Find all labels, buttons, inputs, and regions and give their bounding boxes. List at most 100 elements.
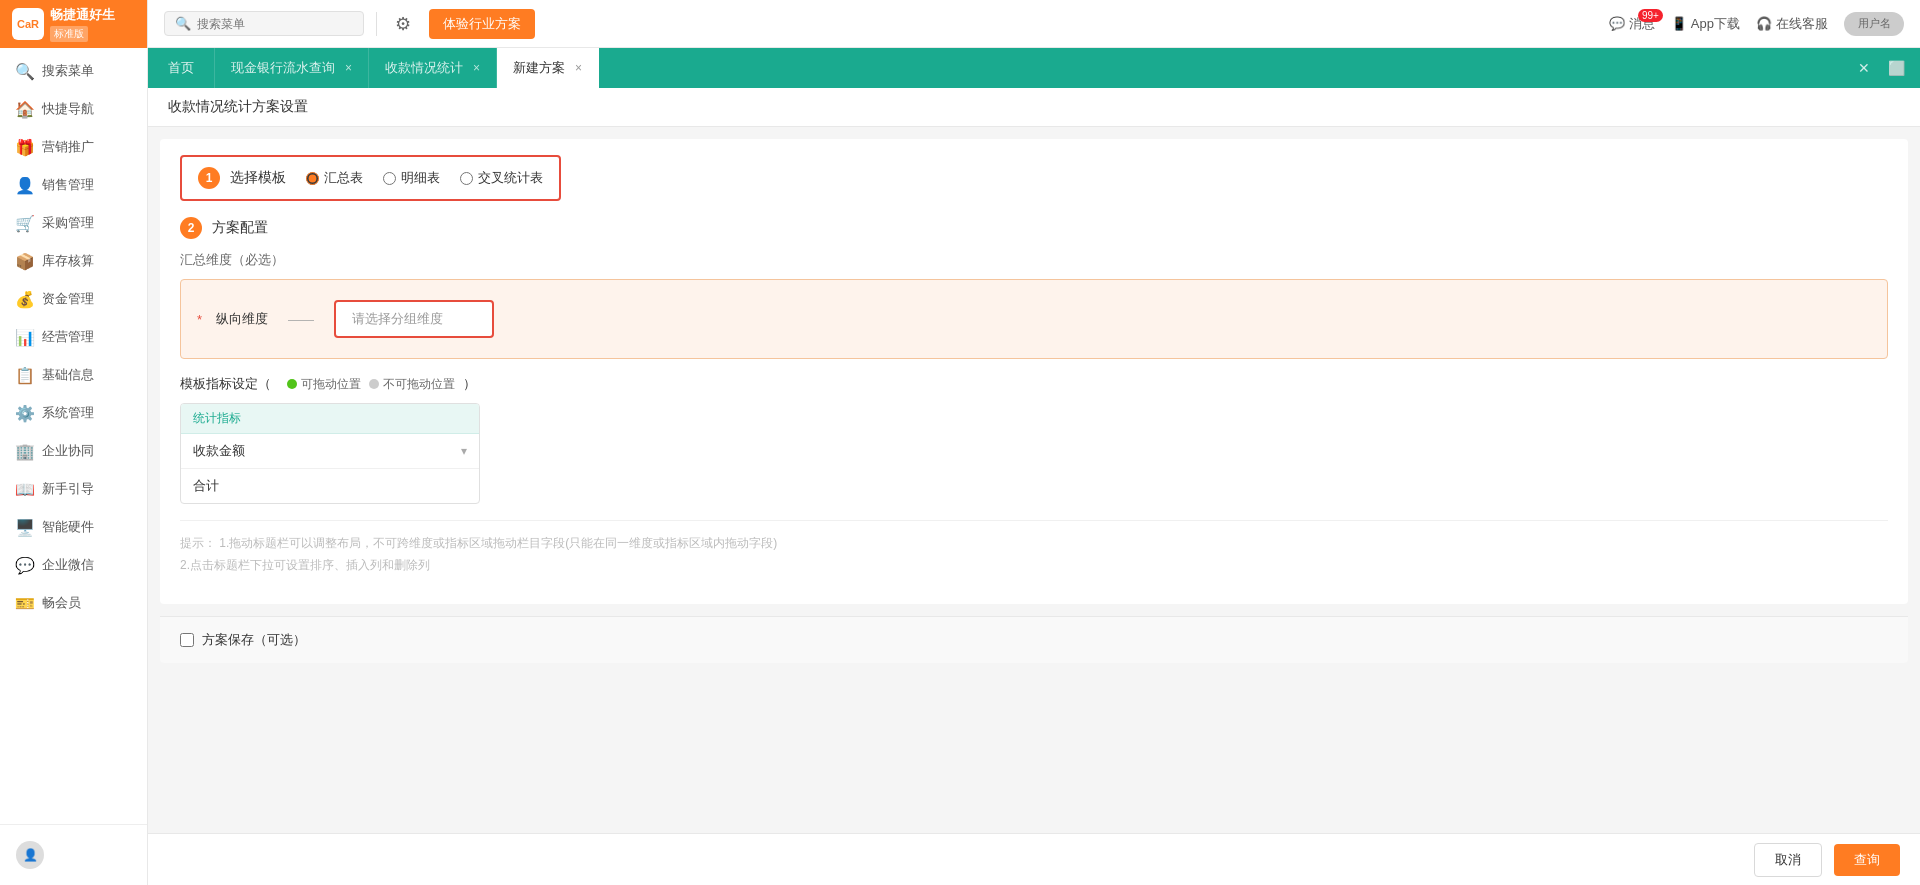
guide-icon: 📖 xyxy=(16,480,34,498)
tab-expand[interactable]: ⬜ xyxy=(1884,56,1908,80)
tip-line1: 提示： 1.拖动标题栏可以调整布局，不可跨维度或指标区域拖动栏目字段(只能在同一… xyxy=(180,533,1888,555)
avatar: 👤 xyxy=(16,841,44,869)
tab-close-receipts[interactable]: × xyxy=(473,61,480,75)
sidebar-item-guide[interactable]: 📖 新手引导 xyxy=(0,470,147,508)
sidebar-item-system[interactable]: ⚙️ 系统管理 xyxy=(0,394,147,432)
dimension-area: * 纵向维度 —— 请选择分组维度 xyxy=(180,279,1888,359)
vertical-dimension-label: 纵向维度 xyxy=(216,310,268,328)
tab-receipts[interactable]: 收款情况统计 × xyxy=(369,48,497,88)
bottom-bar: 取消 查询 xyxy=(148,833,1920,885)
step2-row: 2 方案配置 xyxy=(180,217,1888,239)
tab-cashbank[interactable]: 现金银行流水查询 × xyxy=(215,48,369,88)
logo-text: 畅捷通好生 标准版 xyxy=(50,6,115,42)
page-title: 收款情况统计方案设置 xyxy=(148,88,1920,127)
sidebar-logo: CaR 畅捷通好生 标准版 xyxy=(0,0,147,48)
save-checkbox[interactable] xyxy=(180,633,194,647)
settings-button[interactable]: ⚙ xyxy=(389,10,417,38)
operations-icon: 📊 xyxy=(16,328,34,346)
sidebar-item-wechat[interactable]: 💬 企业微信 xyxy=(0,546,147,584)
tabbar: 首页 现金银行流水查询 × 收款情况统计 × 新建方案 × ✕ ⬜ xyxy=(148,48,1920,88)
save-label[interactable]: 方案保存（可选） xyxy=(202,631,306,649)
sidebar-item-finance[interactable]: 💰 资金管理 xyxy=(0,280,147,318)
sidebar-item-operations[interactable]: 📊 经营管理 xyxy=(0,318,147,356)
content-area: 收款情况统计方案设置 1 选择模板 汇总表 明细表 xyxy=(148,88,1920,833)
amount-dropdown-icon[interactable]: ▾ xyxy=(461,444,467,458)
search-input[interactable] xyxy=(197,17,327,31)
sidebar-item-inventory[interactable]: 📦 库存核算 xyxy=(0,242,147,280)
tab-close-cashbank[interactable]: × xyxy=(345,61,352,75)
toggle-nodrag: 不可拖动位置 xyxy=(369,376,455,393)
tips-section: 提示： 1.拖动标题栏可以调整布局，不可跨维度或指标区域拖动栏目字段(只能在同一… xyxy=(180,520,1888,588)
search-box[interactable]: 🔍 xyxy=(164,11,364,36)
basic-icon: 📋 xyxy=(16,366,34,384)
industry-btn[interactable]: 体验行业方案 xyxy=(429,9,535,39)
metric-header: 模板指标设定（ 可拖动位置 不可拖动位置 ） xyxy=(180,375,1888,393)
radio-detail[interactable]: 明细表 xyxy=(383,169,440,187)
tab-close-newplan[interactable]: × xyxy=(575,61,582,75)
step1-badge: 1 xyxy=(198,167,220,189)
download-btn[interactable]: 📱 App下载 xyxy=(1671,15,1740,33)
save-section: 方案保存（可选） xyxy=(160,616,1908,663)
logo-icon: CaR xyxy=(12,8,44,40)
sidebar-item-member[interactable]: 🎫 畅会员 xyxy=(0,584,147,622)
sidebar-item-marketing[interactable]: 🎁 营销推广 xyxy=(0,128,147,166)
dimension-row: * 纵向维度 —— 请选择分组维度 xyxy=(197,300,1871,338)
metric-section: 模板指标设定（ 可拖动位置 不可拖动位置 ） xyxy=(180,375,1888,504)
toggle-close-paren: ） xyxy=(463,375,476,393)
wechat-icon: 💬 xyxy=(16,556,34,574)
messages-btn[interactable]: 💬 消息 99+ xyxy=(1609,15,1655,33)
required-star: * xyxy=(197,312,202,327)
step2-label: 方案配置 xyxy=(212,219,268,237)
inventory-icon: 📦 xyxy=(16,252,34,270)
radio-cross[interactable]: 交叉统计表 xyxy=(460,169,543,187)
topbar: 🔍 ⚙ 体验行业方案 💬 消息 99+ 📱 App下载 🎧 在线客服 用户名 xyxy=(148,0,1920,48)
hardware-icon: 🖥️ xyxy=(16,518,34,536)
collab-icon: 🏢 xyxy=(16,442,34,460)
metric-title: 模板指标设定（ xyxy=(180,375,271,393)
message-badge: 99+ xyxy=(1638,9,1663,22)
sidebar-item-sales[interactable]: 👤 销售管理 xyxy=(0,166,147,204)
message-icon: 💬 xyxy=(1609,16,1625,31)
step1-row: 1 选择模板 汇总表 明细表 交叉统计表 xyxy=(180,155,561,201)
metric-table: 统计指标 收款金额 ▾ 合计 xyxy=(180,403,480,504)
search-icon: 🔍 xyxy=(16,62,34,80)
summary-dimension-section: 汇总维度（必选） * 纵向维度 —— 请选择分组维度 xyxy=(180,251,1888,359)
sidebar-item-search[interactable]: 🔍 搜索菜单 xyxy=(0,52,147,90)
step1-label: 选择模板 xyxy=(230,169,286,187)
tabbar-controls: ✕ ⬜ xyxy=(1840,56,1920,80)
sidebar-item-basic[interactable]: 📋 基础信息 xyxy=(0,356,147,394)
service-btn[interactable]: 🎧 在线客服 xyxy=(1756,15,1828,33)
toggle-draggable: 可拖动位置 xyxy=(287,376,361,393)
sidebar-item-hardware[interactable]: 🖥️ 智能硬件 xyxy=(0,508,147,546)
arrow-icon: —— xyxy=(288,312,314,327)
sidebar-item-purchase[interactable]: 🛒 采购管理 xyxy=(0,204,147,242)
main: 🔍 ⚙ 体验行业方案 💬 消息 99+ 📱 App下载 🎧 在线客服 用户名 xyxy=(148,0,1920,885)
sidebar-item-quicknav[interactable]: 🏠 快捷导航 xyxy=(0,90,147,128)
sidebar-footer: 👤 xyxy=(0,824,147,885)
tab-home[interactable]: 首页 xyxy=(148,48,215,88)
topbar-right: 💬 消息 99+ 📱 App下载 🎧 在线客服 用户名 xyxy=(1609,12,1904,36)
metric-cell-amount: 收款金额 ▾ xyxy=(193,442,467,460)
template-radio-group: 汇总表 明细表 交叉统计表 xyxy=(306,169,543,187)
sidebar: CaR 畅捷通好生 标准版 🔍 搜索菜单 🏠 快捷导航 🎁 营销推广 👤 销售管… xyxy=(0,0,148,885)
step2-badge: 2 xyxy=(180,217,202,239)
sidebar-nav: 🔍 搜索菜单 🏠 快捷导航 🎁 营销推广 👤 销售管理 🛒 采购管理 📦 库存核… xyxy=(0,48,147,824)
sidebar-footer-user[interactable]: 👤 xyxy=(0,833,147,877)
purchase-icon: 🛒 xyxy=(16,214,34,232)
tip-line2: 2.点击标题栏下拉可设置排序、插入列和删除列 xyxy=(180,555,1888,577)
dimension-select[interactable]: 请选择分组维度 xyxy=(334,300,494,338)
radio-summary[interactable]: 汇总表 xyxy=(306,169,363,187)
user-avatar[interactable]: 用户名 xyxy=(1844,12,1904,36)
download-icon: 📱 xyxy=(1671,16,1687,31)
cancel-button[interactable]: 取消 xyxy=(1754,843,1822,877)
metric-row-amount: 收款金额 ▾ xyxy=(181,434,479,469)
dimension-title: 汇总维度（必选） xyxy=(180,251,1888,269)
home-icon: 🏠 xyxy=(16,100,34,118)
nodrag-dot xyxy=(369,379,379,389)
system-icon: ⚙️ xyxy=(16,404,34,422)
tab-newplan[interactable]: 新建方案 × xyxy=(497,48,599,88)
toggle-group: 可拖动位置 不可拖动位置 ） xyxy=(287,375,476,393)
sidebar-item-collab[interactable]: 🏢 企业协同 xyxy=(0,432,147,470)
tab-close-window[interactable]: ✕ xyxy=(1852,56,1876,80)
query-button[interactable]: 查询 xyxy=(1834,844,1900,876)
